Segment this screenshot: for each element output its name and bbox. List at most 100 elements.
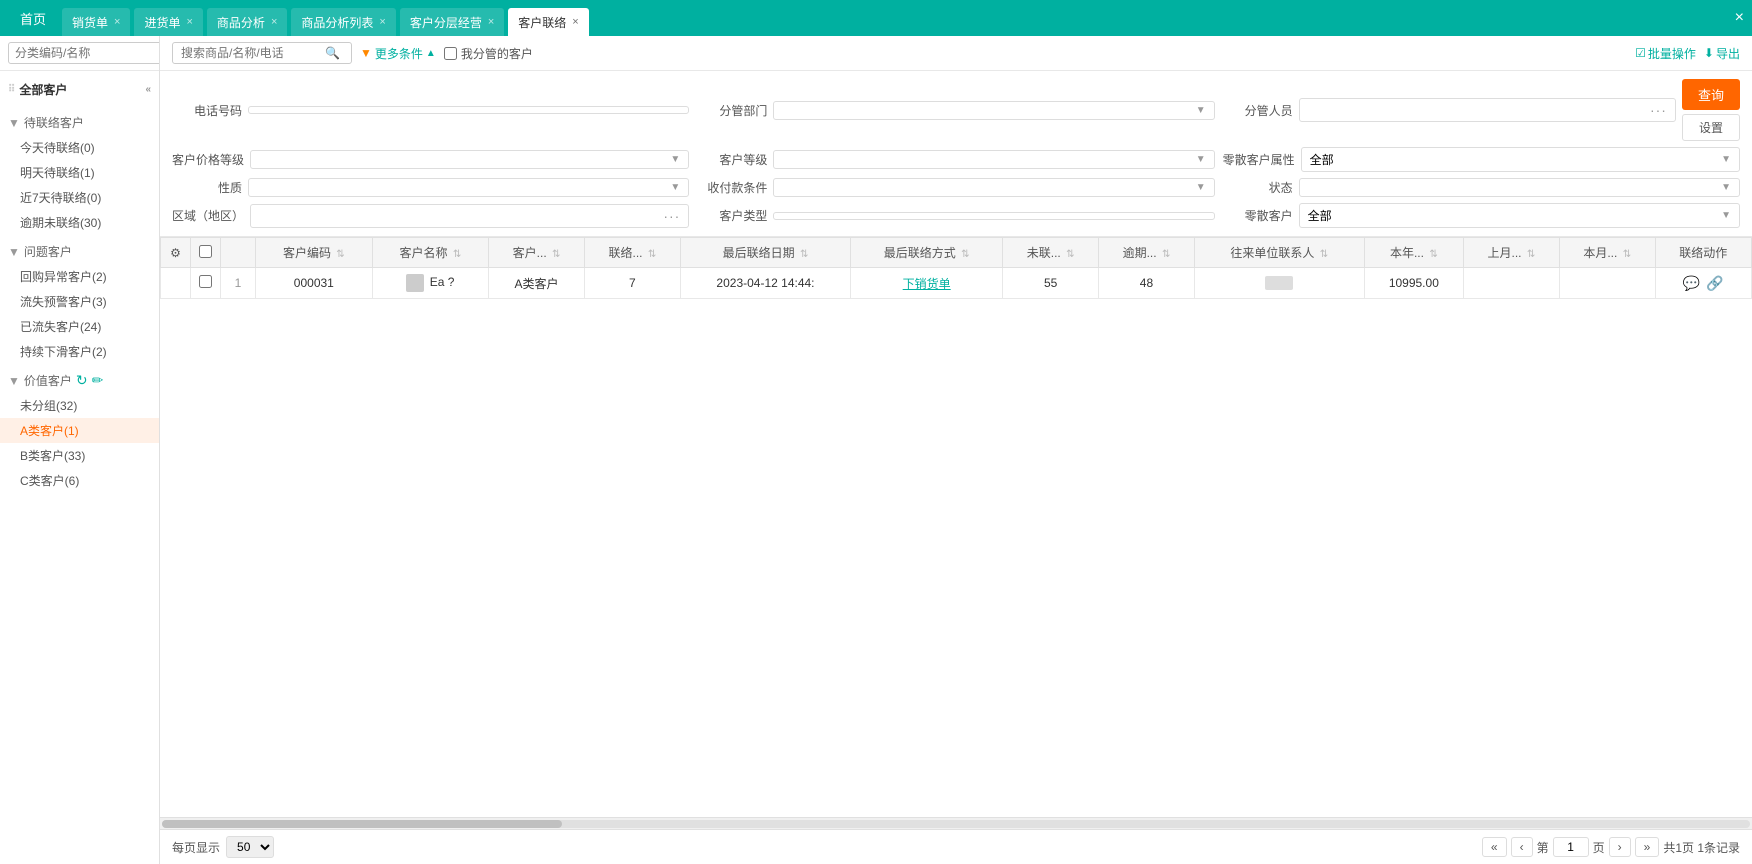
nature-select[interactable]: ▼ <box>248 178 689 197</box>
my-customers-checkbox[interactable] <box>444 47 457 60</box>
row-code[interactable]: 000031 <box>256 268 373 299</box>
manager-select[interactable]: ··· <box>1299 98 1676 122</box>
last-page-button[interactable]: » <box>1635 837 1660 857</box>
close-product-analysis-list[interactable]: × <box>379 16 385 28</box>
sidebar-item-a-class[interactable]: A类客户(1) <box>0 418 159 443</box>
page-size-select[interactable]: 50 <box>226 836 274 858</box>
col-this-month[interactable]: 本月... ⇅ <box>1559 238 1655 268</box>
filter-manager-row: 分管人员 ··· 查询 设置 <box>1223 79 1740 141</box>
cust-type-input[interactable] <box>773 212 1214 220</box>
col-this-year[interactable]: 本年... ⇅ <box>1364 238 1463 268</box>
price-level-select[interactable]: ▼ <box>250 150 689 169</box>
sidebar-item-loss-warning[interactable]: 流失预警客户(3) <box>0 289 159 314</box>
row-checkbox[interactable] <box>199 275 212 288</box>
scatter-attr-select[interactable]: 全部▼ <box>1301 147 1740 172</box>
sort-unit-contact: ⇅ <box>1320 249 1328 260</box>
close-customer-contact[interactable]: × <box>572 16 578 28</box>
settings-button[interactable]: 设置 <box>1682 114 1740 141</box>
sidebar-all-customers-section: ⠿ 全部客户 « <box>0 71 159 108</box>
next-page-button[interactable]: › <box>1609 837 1631 857</box>
batch-operation-button[interactable]: ☑ 批量操作 <box>1635 45 1696 62</box>
filter-search-icon[interactable]: 🔍 <box>325 46 340 60</box>
home-tab[interactable]: 首页 <box>8 0 58 36</box>
row-contact: 7 <box>584 268 680 299</box>
query-button[interactable]: 查询 <box>1682 79 1740 110</box>
cust-level-select[interactable]: ▼ <box>773 150 1214 169</box>
close-sales-order[interactable]: × <box>114 16 120 28</box>
first-page-button[interactable]: « <box>1482 837 1507 857</box>
dept-label: 分管部门 <box>697 102 767 119</box>
col-level[interactable]: 客户... ⇅ <box>489 238 585 268</box>
tab-product-analysis-list[interactable]: 商品分析列表 × <box>291 8 395 36</box>
col-last-date[interactable]: 最后联络日期 ⇅ <box>680 238 850 268</box>
col-settings[interactable]: ⚙ <box>161 238 191 268</box>
status-select[interactable]: ▼ <box>1299 178 1740 197</box>
phone-label: 电话号码 <box>172 102 242 119</box>
sidebar-item-lost[interactable]: 已流失客户(24) <box>0 314 159 339</box>
filter-search-box[interactable]: 🔍 <box>172 42 352 64</box>
col-not-contact[interactable]: 未联... ⇅ <box>1003 238 1099 268</box>
unit-contact-placeholder <box>1265 276 1293 290</box>
col-unit-contact[interactable]: 往来单位联系人 ⇅ <box>1194 238 1364 268</box>
problem-customers-group: ▼ 问题客户 回购异常客户(2) 流失预警客户(3) 已流失客户(24) 持续下… <box>0 237 159 366</box>
close-purchase-order[interactable]: × <box>186 16 192 28</box>
sidebar-item-c-class[interactable]: C类客户(6) <box>0 468 159 493</box>
edit-icon[interactable]: ✏ <box>92 372 104 389</box>
link-icon[interactable]: 🔗 <box>1706 275 1723 292</box>
prev-page-button[interactable]: ‹ <box>1511 837 1533 857</box>
sidebar-item-declining[interactable]: 持续下滑客户(2) <box>0 339 159 364</box>
phone-input[interactable] <box>248 106 689 114</box>
close-all-tabs[interactable]: × <box>1735 9 1744 27</box>
horizontal-scrollbar[interactable] <box>160 817 1752 829</box>
sidebar-item-repurchase-abnormal[interactable]: 回购异常客户(2) <box>0 264 159 289</box>
filter-scatter-attr: 零散客户属性 全部▼ <box>1223 147 1740 172</box>
my-customers-checkbox-area[interactable]: 我分管的客户 <box>444 45 533 62</box>
more-filters-button[interactable]: ▼ 更多条件 ▲ <box>360 45 436 62</box>
row-name[interactable]: Ea ? <box>372 268 489 299</box>
problem-customers-title[interactable]: ▼ 问题客户 <box>0 239 159 264</box>
close-customer-segment[interactable]: × <box>488 16 494 28</box>
region-label: 区域（地区） <box>172 207 244 224</box>
col-overdue[interactable]: 逾期... ⇅ <box>1099 238 1195 268</box>
close-product-analysis[interactable]: × <box>271 16 277 28</box>
export-button[interactable]: ⬇ 导出 <box>1704 45 1740 62</box>
scatter-cust-select[interactable]: 全部▼ <box>1299 203 1740 228</box>
row-action: 💬 🔗 <box>1655 268 1751 299</box>
page-input[interactable] <box>1553 837 1589 857</box>
sidebar-item-b-class[interactable]: B类客户(33) <box>0 443 159 468</box>
tab-customer-segment[interactable]: 客户分层经营 × <box>400 8 504 36</box>
sidebar-search-input[interactable] <box>8 42 160 64</box>
filter-search-input[interactable] <box>181 46 321 60</box>
col-code[interactable]: 客户编码 ⇅ <box>256 238 373 268</box>
tab-product-analysis[interactable]: 商品分析 × <box>207 8 287 36</box>
sidebar-item-tomorrow-contact[interactable]: 明天待联络(1) <box>0 160 159 185</box>
all-customers-title[interactable]: ⠿ 全部客户 « <box>0 75 159 104</box>
row-settings-cell <box>161 268 191 299</box>
collapse-icon[interactable]: « <box>145 84 151 95</box>
table-area: ⚙ 客户编码 ⇅ 客户名称 ⇅ <box>160 237 1752 817</box>
sidebar-item-overdue-contact[interactable]: 逾期未联络(30) <box>0 210 159 235</box>
select-all-checkbox[interactable] <box>199 245 212 258</box>
col-contact[interactable]: 联络... ⇅ <box>584 238 680 268</box>
dept-select[interactable]: ▼ <box>773 101 1214 120</box>
sidebar-item-7days-contact[interactable]: 近7天待联络(0) <box>0 185 159 210</box>
scrollbar-track[interactable] <box>162 820 1750 828</box>
sidebar-item-no-group[interactable]: 未分组(32) <box>0 393 159 418</box>
col-last-month[interactable]: 上月... ⇅ <box>1463 238 1559 268</box>
col-name[interactable]: 客户名称 ⇅ <box>372 238 489 268</box>
tab-purchase-order[interactable]: 进货单 × <box>134 8 202 36</box>
value-customers-title[interactable]: ▼ 价值客户 ↻ ✏ <box>0 368 159 393</box>
col-last-way[interactable]: 最后联络方式 ⇅ <box>851 238 1003 268</box>
payment-select[interactable]: ▼ <box>773 178 1214 197</box>
export-icon: ⬇ <box>1704 46 1714 60</box>
tab-customer-contact[interactable]: 客户联络 × <box>508 8 588 36</box>
pending-contact-title[interactable]: ▼ 待联络客户 <box>0 110 159 135</box>
message-icon[interactable]: 💬 <box>1683 275 1700 292</box>
row-last-way[interactable]: 下销货单 <box>851 268 1003 299</box>
region-select[interactable]: ··· <box>250 204 689 228</box>
row-checkbox-cell <box>191 268 221 299</box>
sidebar-item-today-contact[interactable]: 今天待联络(0) <box>0 135 159 160</box>
tab-sales-order[interactable]: 销货单 × <box>62 8 130 36</box>
scrollbar-thumb[interactable] <box>162 820 562 828</box>
refresh-icon[interactable]: ↻ <box>76 372 88 389</box>
